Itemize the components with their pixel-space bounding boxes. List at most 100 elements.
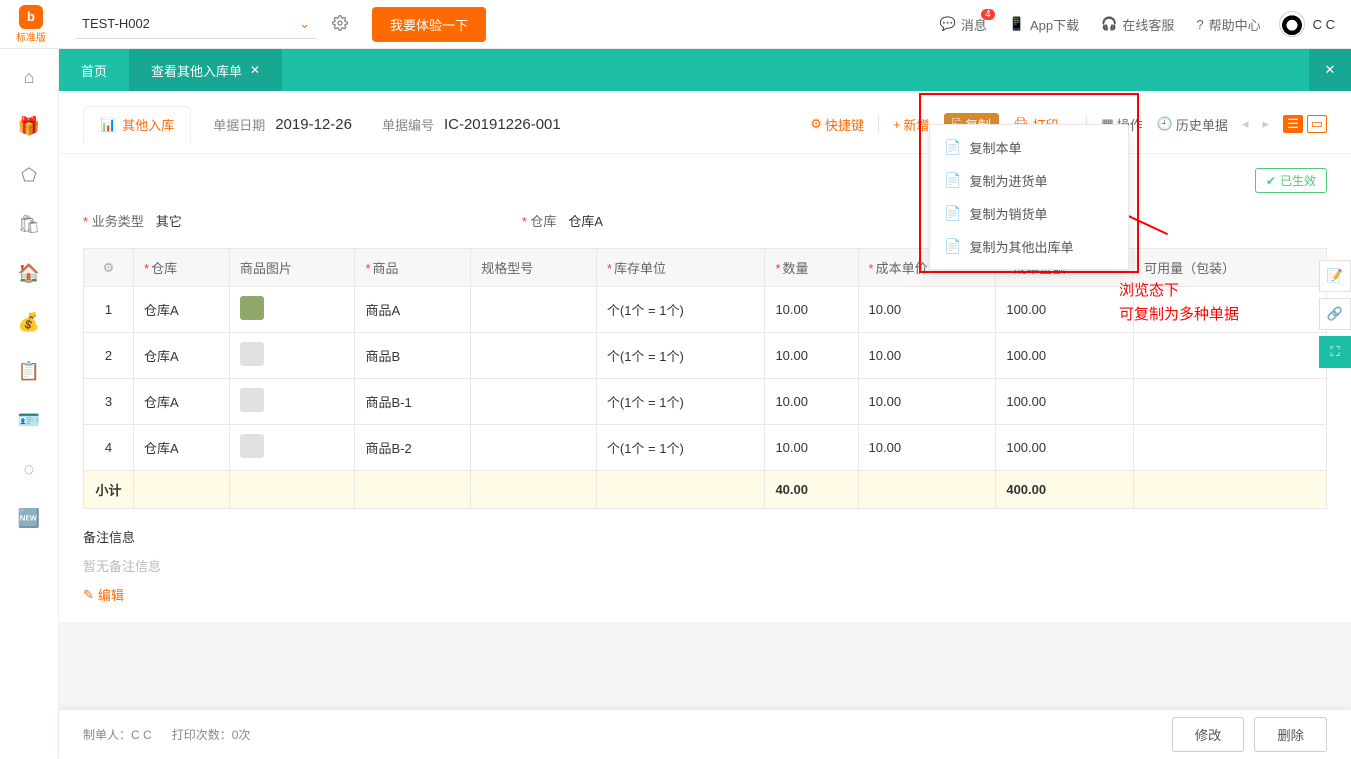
warehouse-value: 仓库A — [568, 211, 603, 230]
card-view-toggle[interactable]: ▭ — [1307, 115, 1327, 133]
col-unit: *库存单位 — [596, 249, 765, 287]
biz-type-label: 业务类型 — [92, 214, 144, 229]
sidebar-pentagon-icon[interactable]: ⬠ — [21, 165, 37, 186]
sidebar-bag-icon[interactable]: 🛍 — [18, 214, 41, 235]
page-tabbar: 首页 查看其他入库单 ✕ ✕ — [59, 49, 1351, 91]
close-all-tabs[interactable]: ✕ — [1309, 49, 1351, 91]
plus-icon: + — [893, 117, 901, 132]
date-label: 单据日期 — [213, 115, 265, 134]
dropdown-copy-self[interactable]: 📄复制本单 — [930, 131, 1128, 164]
headset-icon: 🎧 — [1101, 16, 1117, 32]
float-expand-icon[interactable]: ⛶ — [1319, 336, 1351, 368]
history-icon: 🕘 — [1157, 116, 1173, 132]
col-product: *商品 — [355, 249, 471, 287]
warehouse-label: 仓库 — [530, 214, 556, 229]
tab-home[interactable]: 首页 — [59, 49, 129, 91]
list-view-toggle[interactable]: ☰ — [1283, 115, 1303, 133]
doc-no-value: IC-20191226-001 — [444, 116, 561, 133]
product-image-thumb — [240, 434, 264, 458]
doc-no-label: 单据编号 — [382, 115, 434, 134]
subtotal-row: 小计 40.00400.00 — [84, 471, 1327, 509]
tab-current[interactable]: 查看其他入库单 ✕ — [129, 49, 282, 91]
top-links: 💬 消息 4 📱 App下载 🎧 在线客服 ? 帮助中心 — [940, 15, 1261, 34]
check-icon: ✔ — [1266, 174, 1276, 188]
creator-value: C C — [131, 728, 152, 742]
float-note-icon[interactable]: 📝 — [1319, 260, 1351, 292]
product-image-thumb — [240, 296, 264, 320]
gear-icon: ⚙ — [810, 116, 822, 132]
logo-edition: 标准版 — [16, 29, 46, 44]
remarks-empty: 暂无备注信息 — [83, 556, 1327, 575]
doc-icon: 📄 — [944, 172, 961, 189]
print-count-value: 0次 — [232, 728, 251, 742]
add-button[interactable]: + 新增 — [893, 115, 930, 134]
col-qty: *数量 — [765, 249, 858, 287]
print-count-label: 打印次数： — [172, 728, 232, 742]
sidebar-clipboard-icon[interactable]: 📋 — [18, 361, 40, 382]
right-float-tools: 📝 🔗 ⛶ — [1319, 260, 1351, 368]
float-link-icon[interactable]: 🔗 — [1319, 298, 1351, 330]
modify-button[interactable]: 修改 — [1172, 717, 1245, 752]
org-selector[interactable]: TEST-H002 ⌄ — [76, 9, 316, 39]
user-menu[interactable]: C C — [1279, 11, 1335, 37]
sidebar-id-icon[interactable]: 🪪 — [18, 410, 40, 431]
sidebar-new-icon[interactable]: 🆕 — [18, 508, 40, 529]
document-card: 📊 其他入库 单据日期 2019-12-26 单据编号 IC-20191226-… — [59, 91, 1351, 622]
history-button[interactable]: 🕘 历史单据 — [1157, 115, 1228, 134]
edit-remarks-button[interactable]: ✎ 编辑 — [83, 585, 1327, 604]
remarks-section: 备注信息 暂无备注信息 ✎ 编辑 — [59, 509, 1351, 622]
sidebar-gift-icon[interactable]: 🎁 — [18, 116, 40, 137]
dropdown-copy-outbound[interactable]: 📄复制为其他出库单 — [930, 230, 1128, 263]
date-value: 2019-12-26 — [275, 116, 352, 133]
dropdown-copy-purchase[interactable]: 📄复制为进货单 — [930, 164, 1128, 197]
message-icon: 💬 — [940, 16, 956, 32]
document-type-tab[interactable]: 📊 其他入库 — [83, 106, 191, 144]
sidebar-home-icon[interactable]: ⌂ — [24, 67, 35, 88]
card-header: 📊 其他入库 单据日期 2019-12-26 单据编号 IC-20191226-… — [59, 91, 1351, 154]
message-badge: 4 — [981, 9, 995, 20]
shortcut-button[interactable]: ⚙ 快捷键 — [810, 115, 864, 134]
table-row[interactable]: 4 仓库A 商品B-2 个(1个 = 1个) 10.00 10.00 100.0… — [84, 425, 1327, 471]
chevron-left-icon[interactable]: ◂ — [1242, 116, 1249, 132]
remarks-title: 备注信息 — [83, 527, 1327, 546]
edit-icon: ✎ — [83, 587, 94, 603]
help-center-link[interactable]: ? 帮助中心 — [1196, 15, 1260, 34]
sidebar-refresh-icon[interactable]: ◌ — [24, 459, 35, 480]
table-row[interactable]: 2 仓库A 商品B 个(1个 = 1个) 10.00 10.00 100.00 — [84, 333, 1327, 379]
page-footer: 制单人：C C 打印次数：0次 修改 删除 — [59, 709, 1351, 759]
app-download-link[interactable]: 📱 App下载 — [1009, 15, 1079, 34]
online-service-link[interactable]: 🎧 在线客服 — [1101, 15, 1174, 34]
messages-link[interactable]: 💬 消息 4 — [940, 15, 987, 34]
main-area: 首页 查看其他入库单 ✕ ✕ 📊 其他入库 单据日期 2019-12-26 — [59, 49, 1351, 759]
org-name: TEST-H002 — [82, 16, 150, 31]
chart-icon: 📊 — [100, 117, 116, 133]
left-sidebar: ⌂ 🎁 ⬠ 🛍 🏠 💰 📋 🪪 ◌ 🆕 — [0, 49, 59, 759]
top-header: b 标准版 TEST-H002 ⌄ 我要体验一下 💬 消息 4 📱 App下载 … — [0, 0, 1351, 49]
trial-button[interactable]: 我要体验一下 — [372, 7, 486, 42]
annotation-text: 浏览态下 可复制为多种单据 — [1119, 279, 1239, 327]
sidebar-house-icon[interactable]: 🏠 — [18, 263, 40, 284]
help-icon: ? — [1196, 17, 1203, 32]
doc-icon: 📄 — [944, 238, 961, 255]
avatar — [1279, 11, 1305, 37]
creator-label: 制单人： — [83, 728, 131, 742]
column-settings-icon[interactable]: ⚙ — [84, 249, 134, 287]
biz-type-value: 其它 — [156, 211, 182, 230]
product-image-thumb — [240, 388, 264, 412]
dropdown-copy-sales[interactable]: 📄复制为销货单 — [930, 197, 1128, 230]
logo-icon: b — [19, 5, 43, 29]
logo[interactable]: b 标准版 — [16, 5, 46, 44]
username: C C — [1313, 17, 1335, 32]
delete-button[interactable]: 删除 — [1254, 717, 1327, 752]
col-image: 商品图片 — [229, 249, 355, 287]
settings-icon[interactable] — [332, 15, 348, 34]
doc-icon: 📄 — [944, 139, 961, 156]
chevron-right-icon[interactable]: ▸ — [1262, 116, 1269, 132]
status-badge: ✔ 已生效 — [1255, 168, 1327, 193]
chevron-down-icon: ⌄ — [299, 16, 310, 32]
sidebar-money-icon[interactable]: 💰 — [18, 312, 40, 333]
doc-icon: 📄 — [944, 205, 961, 222]
phone-icon: 📱 — [1009, 16, 1025, 32]
table-row[interactable]: 3 仓库A 商品B-1 个(1个 = 1个) 10.00 10.00 100.0… — [84, 379, 1327, 425]
close-icon[interactable]: ✕ — [250, 63, 260, 77]
